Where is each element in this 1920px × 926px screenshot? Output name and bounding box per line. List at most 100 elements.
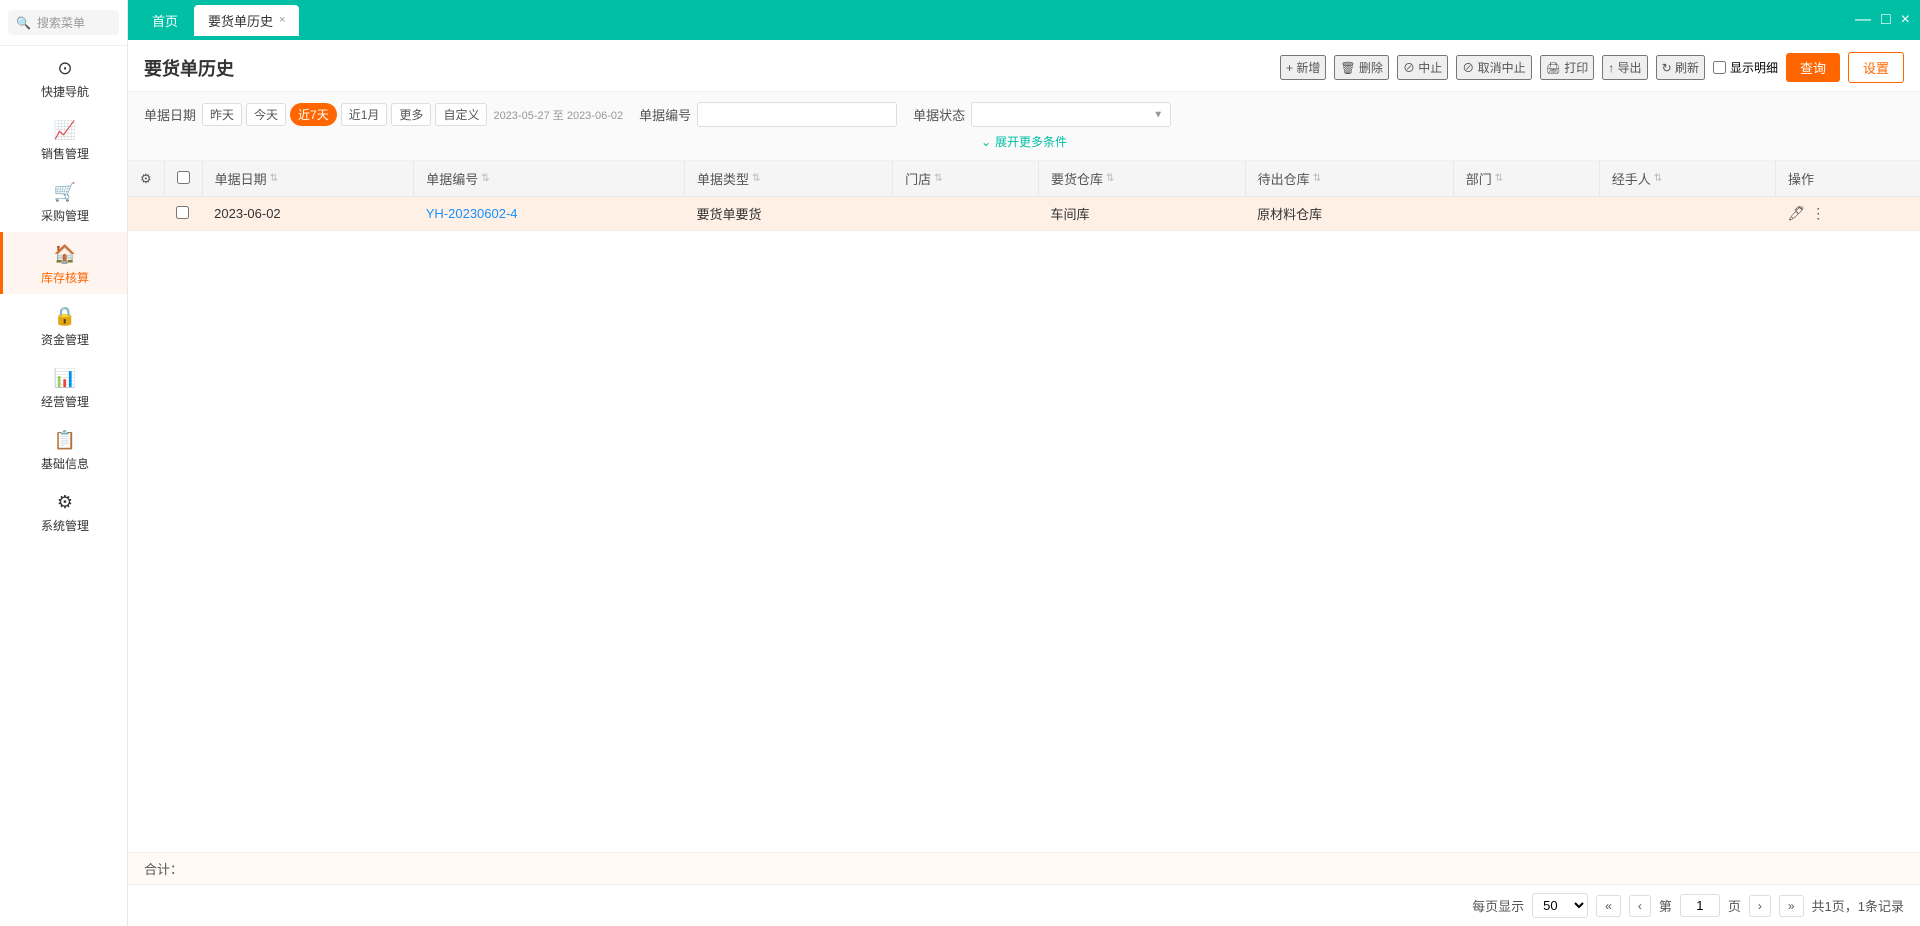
new-button[interactable]: + 新增: [1280, 55, 1326, 80]
sidebar-item-basic[interactable]: 📋 基础信息: [0, 418, 127, 480]
last-page-button[interactable]: »: [1779, 895, 1804, 917]
sidebar-item-quick-nav[interactable]: ⊙ 快捷导航: [0, 46, 127, 108]
window-close-icon[interactable]: ×: [1901, 11, 1910, 29]
sort-order-no-icon[interactable]: ⇅: [481, 173, 489, 184]
sidebar-search-label: 搜索菜单: [37, 14, 85, 31]
sort-department-icon[interactable]: ⇅: [1495, 173, 1503, 184]
cancel-stop-button[interactable]: ⊘ 取消中止: [1456, 55, 1531, 80]
page-size-label: 每页显示: [1472, 896, 1524, 915]
refresh-button[interactable]: ↻ 刷新: [1656, 55, 1705, 80]
page-input[interactable]: [1680, 894, 1720, 917]
show-detail-text: 显示明细: [1730, 59, 1778, 76]
sort-store-icon[interactable]: ⇅: [934, 173, 942, 184]
th-handler: 经手人 ⇅: [1599, 161, 1775, 197]
row-order-no: YH-20230602-4: [414, 197, 685, 231]
date-label: 单据日期: [144, 105, 196, 124]
th-order-type: 单据类型 ⇅: [684, 161, 892, 197]
sidebar-search-bar[interactable]: 🔍 搜索菜单: [8, 10, 119, 35]
sidebar-item-finance[interactable]: 🔒 资金管理: [0, 294, 127, 356]
sort-req-warehouse-icon[interactable]: ⇅: [1106, 173, 1114, 184]
th-store: 门店 ⇅: [893, 161, 1039, 197]
print-button[interactable]: 🖨 打印: [1540, 55, 1595, 80]
sidebar-item-system[interactable]: ⚙ 系统管理: [0, 480, 127, 542]
date-btn-自定义[interactable]: 自定义: [435, 103, 487, 126]
sidebar-item-purchase[interactable]: 🛒 采购管理: [0, 170, 127, 232]
row-actions: 🖊 ⋮: [1775, 197, 1920, 231]
sidebar-label-sales: 销售管理: [41, 145, 89, 162]
table-footer: 合计：: [128, 852, 1920, 884]
status-select[interactable]: [971, 102, 1171, 127]
date-btn-更多[interactable]: 更多: [391, 103, 431, 126]
th-handler-label: 经手人: [1612, 169, 1651, 188]
sidebar-label-purchase: 采购管理: [41, 207, 89, 224]
query-button[interactable]: 查询: [1786, 53, 1840, 82]
sidebar-item-sales[interactable]: 📈 销售管理: [0, 108, 127, 170]
topbar-right-controls: — □ ×: [1855, 11, 1910, 29]
order-no-link[interactable]: YH-20230602-4: [426, 206, 518, 221]
expand-more-btn[interactable]: ⌄ 展开更多条件: [144, 133, 1904, 150]
filter-date: 单据日期 昨天今天近7天近1月更多自定义 2023-05-27 至 2023-0…: [144, 103, 623, 126]
select-all-checkbox[interactable]: [177, 171, 190, 184]
order-no-input[interactable]: [697, 102, 897, 127]
settings-icon[interactable]: ⚙: [140, 171, 152, 186]
row-edit-icon[interactable]: 🖊: [1787, 205, 1805, 222]
th-department: 部门 ⇅: [1453, 161, 1599, 197]
row-checkbox[interactable]: [164, 197, 202, 231]
tab-home-label: 首页: [152, 11, 178, 30]
expand-more-label: 展开更多条件: [995, 133, 1067, 150]
prev-page-button[interactable]: ‹: [1629, 895, 1651, 917]
row-req-warehouse: 车间库: [1038, 197, 1245, 231]
sort-order-type-icon[interactable]: ⇅: [752, 173, 760, 184]
th-department-label: 部门: [1466, 169, 1492, 188]
table-row: 2023-06-02 YH-20230602-4 要货单要货 车间库 原材料仓库…: [128, 197, 1920, 231]
date-btn-昨天[interactable]: 昨天: [202, 103, 242, 126]
filter-status: 单据状态 ▼: [913, 102, 1171, 127]
date-range-display: 2023-05-27 至 2023-06-02: [493, 107, 623, 123]
sidebar: 🔍 搜索菜单 ⊙ 快捷导航📈 销售管理🛒 采购管理🏠 库存核算🔒 资金管理📊 经…: [0, 0, 128, 926]
th-settings: ⚙: [128, 161, 164, 197]
filter-order-no: 单据编号: [639, 102, 897, 127]
sort-date-icon[interactable]: ⇅: [270, 173, 278, 184]
th-checkbox: [164, 161, 202, 197]
system-icon: ⚙: [57, 492, 73, 513]
page-size-select[interactable]: 102050100: [1532, 893, 1588, 918]
main-area: 首页 要货单历史 × — □ × 要货单历史 + 新增 🗑 删除 ⊘ 中止 ⊘ …: [128, 0, 1920, 926]
first-page-button[interactable]: «: [1596, 895, 1621, 917]
filter-bar: 单据日期 昨天今天近7天近1月更多自定义 2023-05-27 至 2023-0…: [128, 92, 1920, 161]
date-btn-近7天[interactable]: 近7天: [290, 103, 337, 126]
window-minimize-icon[interactable]: —: [1855, 11, 1871, 29]
date-btn-近1月[interactable]: 近1月: [341, 103, 388, 126]
data-table: ⚙ 单据日期 ⇅ 单据编号: [128, 161, 1920, 231]
settings-button[interactable]: 设置: [1848, 52, 1904, 83]
date-btn-今天[interactable]: 今天: [246, 103, 286, 126]
th-dest-warehouse-label: 待出仓库: [1258, 169, 1310, 188]
show-detail-label[interactable]: 显示明细: [1713, 59, 1778, 76]
tab-active[interactable]: 要货单历史 ×: [194, 5, 299, 36]
th-action: 操作: [1775, 161, 1920, 197]
row-select-checkbox[interactable]: [176, 206, 189, 219]
sales-icon: 📈: [54, 120, 76, 141]
filter-row-1: 单据日期 昨天今天近7天近1月更多自定义 2023-05-27 至 2023-0…: [144, 102, 1904, 127]
sort-dest-warehouse-icon[interactable]: ⇅: [1313, 173, 1321, 184]
table-container: ⚙ 单据日期 ⇅ 单据编号: [128, 161, 1920, 852]
show-detail-checkbox[interactable]: [1713, 61, 1726, 74]
export-button[interactable]: ↑ 导出: [1602, 55, 1647, 80]
sidebar-item-inventory[interactable]: 🏠 库存核算: [0, 232, 127, 294]
order-no-label: 单据编号: [639, 105, 691, 124]
sidebar-item-operations[interactable]: 📊 经营管理: [0, 356, 127, 418]
delete-button[interactable]: 🗑 删除: [1334, 55, 1389, 80]
sort-handler-icon[interactable]: ⇅: [1654, 173, 1662, 184]
th-req-warehouse-label: 要货仓库: [1051, 169, 1103, 188]
row-date: 2023-06-02: [202, 197, 414, 231]
stop-button[interactable]: ⊘ 中止: [1397, 55, 1448, 80]
toolbar: + 新增 🗑 删除 ⊘ 中止 ⊘ 取消中止 🖨 打印 ↑ 导出 ↻ 刷新 显示明…: [1280, 52, 1904, 83]
date-buttons: 昨天今天近7天近1月更多自定义: [202, 103, 487, 126]
row-more-icon[interactable]: ⋮: [1811, 205, 1825, 222]
tab-home[interactable]: 首页: [138, 5, 192, 36]
topbar: 首页 要货单历史 × — □ ×: [128, 0, 1920, 40]
tab-close-icon[interactable]: ×: [279, 14, 285, 26]
sidebar-search-container[interactable]: 🔍 搜索菜单: [0, 0, 127, 46]
next-page-button[interactable]: ›: [1749, 895, 1771, 917]
row-department: [1453, 197, 1599, 231]
window-maximize-icon[interactable]: □: [1881, 11, 1891, 29]
